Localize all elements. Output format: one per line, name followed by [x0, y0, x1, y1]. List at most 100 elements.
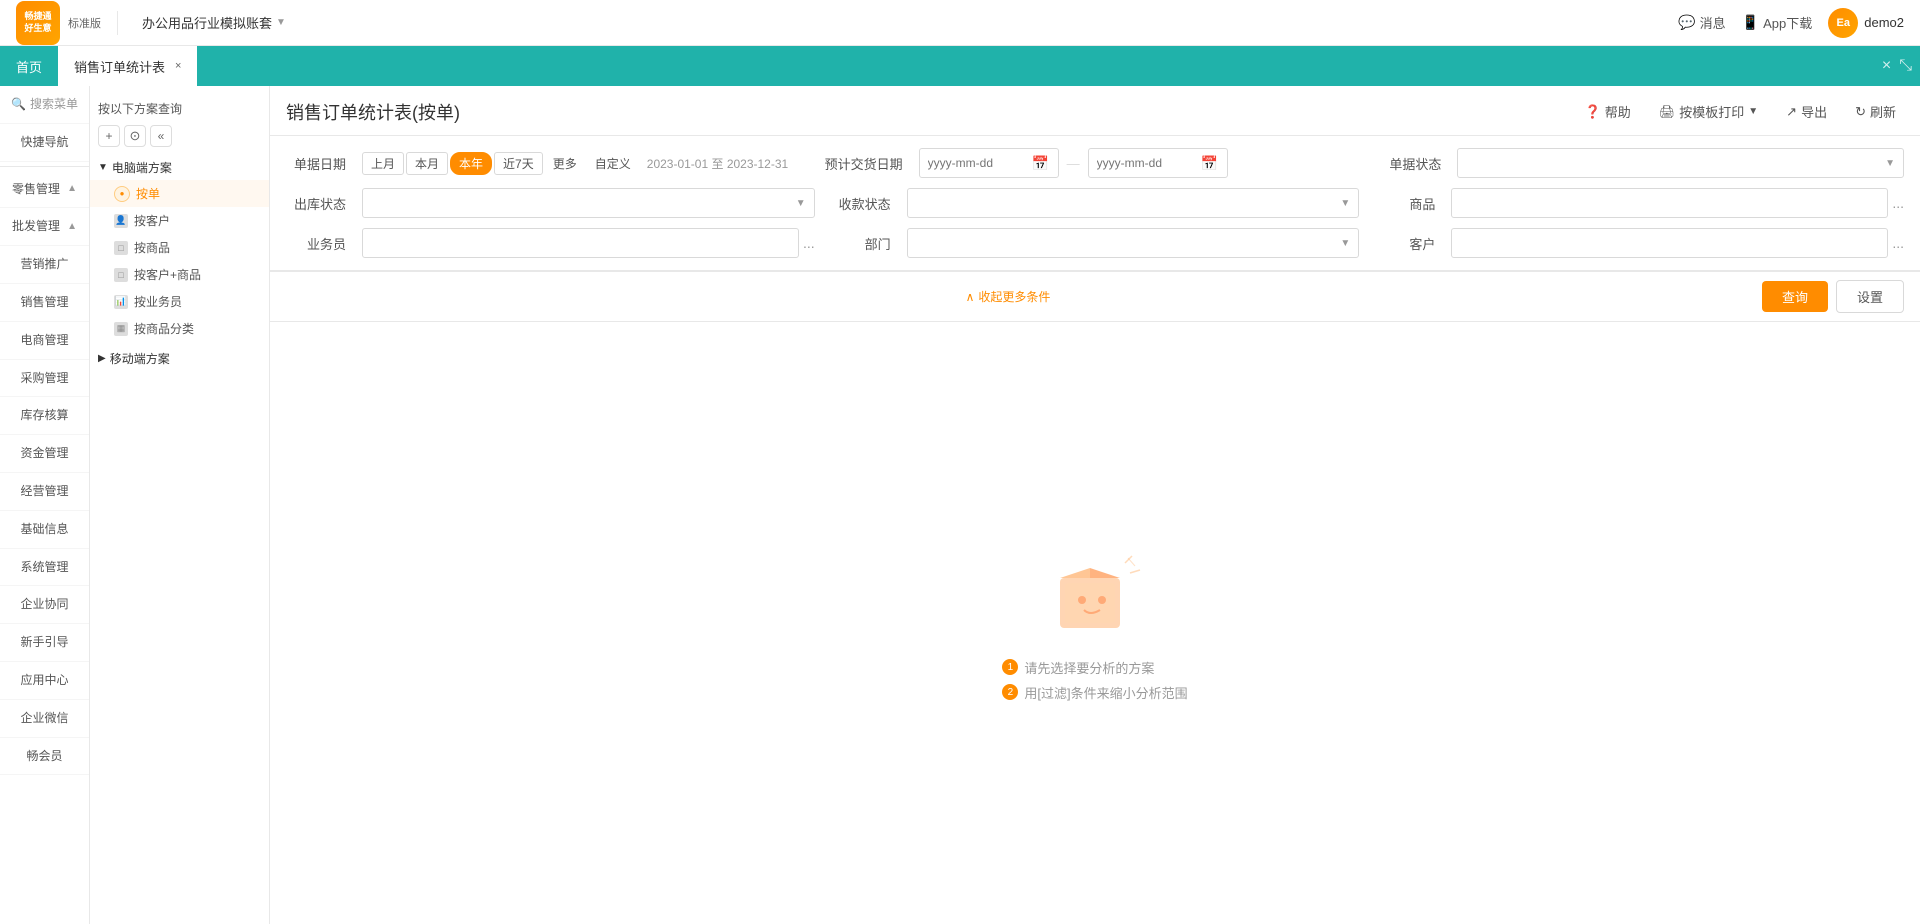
tab-close-icon[interactable]: ×: [175, 60, 181, 72]
add-scheme-button[interactable]: +: [98, 125, 120, 147]
expected-date-start[interactable]: 📅: [919, 148, 1059, 178]
print-icon: 🖨: [1659, 104, 1676, 120]
message-button[interactable]: 💬 消息: [1678, 13, 1725, 32]
help-icon: ❓: [1585, 104, 1601, 120]
sidebar-search[interactable]: 🔍 搜索菜单: [0, 86, 89, 124]
sidebar-item-system[interactable]: 系统管理: [0, 549, 89, 587]
sidebar-item-enterprise[interactable]: 企业协同: [0, 586, 89, 624]
scheme-section-pc[interactable]: ▼ 电脑端方案: [90, 155, 269, 180]
expected-date-end-input[interactable]: [1097, 156, 1197, 170]
chevron-down-icon: ▼: [98, 162, 108, 173]
refresh-button[interactable]: ↻ 刷新: [1847, 98, 1904, 125]
sidebar-item-member[interactable]: 畅会员: [0, 738, 89, 776]
avatar: Ea: [1828, 8, 1858, 38]
sidebar-item-basic[interactable]: 基础信息: [0, 511, 89, 549]
sidebar-item-appcenter[interactable]: 应用中心: [0, 662, 89, 700]
sidebar-item-sales[interactable]: 销售管理: [0, 284, 89, 322]
hint-item-2: 2 用[过滤]条件来缩小分析范围: [1002, 683, 1187, 702]
app-download-button[interactable]: 📱 App下载: [1742, 13, 1813, 32]
export-icon: ↗: [1786, 104, 1797, 120]
user-menu[interactable]: Ea demo2: [1828, 8, 1904, 38]
salesman-icon: 📊: [114, 295, 128, 309]
last-month-btn[interactable]: 上月: [362, 152, 404, 175]
close-window-button[interactable]: ×: [1882, 57, 1891, 75]
scheme-item-by-customer[interactable]: 👤 按客户: [90, 207, 269, 234]
calendar-icon-end[interactable]: 📅: [1201, 155, 1218, 172]
edit-scheme-button[interactable]: ⊙: [124, 125, 146, 147]
empty-hints: 1 请先选择要分析的方案 2 用[过滤]条件来缩小分析范围: [1002, 658, 1187, 708]
expected-date-end[interactable]: 📅: [1088, 148, 1228, 178]
scheme-item-by-product[interactable]: □ 按商品: [90, 234, 269, 261]
top-nav: 畅捷通 好生意 标准版 办公用品行业模拟账套 ▼ 💬 消息 📱 App下载 Ea…: [0, 0, 1920, 46]
search-icon: 🔍: [11, 96, 26, 113]
category-icon: ▦: [114, 322, 128, 336]
salesman-more-btn[interactable]: ...: [803, 235, 815, 251]
sidebar-item-retail[interactable]: 零售管理 ▲: [0, 171, 89, 209]
main-panel: 销售订单统计表(按单) ❓ 帮助 🖨 按模板打印 ▼ ↗ 导出: [270, 86, 1920, 924]
goods-group: ...: [1451, 188, 1904, 218]
sidebar-item-finance[interactable]: 资金管理: [0, 435, 89, 473]
sidebar-item-marketing[interactable]: 营销推广: [0, 246, 89, 284]
brand-logo-text: 畅捷通 好生意: [24, 11, 51, 34]
this-year-btn[interactable]: 本年: [450, 152, 492, 175]
scheme-item-by-salesman[interactable]: 📊 按业务员: [90, 288, 269, 315]
refresh-icon: ↻: [1855, 104, 1866, 120]
template-print-button[interactable]: 🖨 按模板打印 ▼: [1651, 98, 1766, 125]
sidebar-item-purchase[interactable]: 采购管理: [0, 360, 89, 398]
goods-select[interactable]: [1451, 188, 1888, 218]
tab-bar-actions: × ⤡: [1882, 46, 1920, 86]
customer-more-btn[interactable]: ...: [1892, 235, 1904, 251]
customer-label: 客户: [1375, 234, 1435, 253]
export-button[interactable]: ↗ 导出: [1778, 98, 1835, 125]
main-layout: 🔍 搜索菜单 快捷导航 零售管理 ▲ 批发管理 ▲ 营销推广 销售管理 电商管理…: [0, 86, 1920, 924]
goods-more-btn[interactable]: ...: [1892, 195, 1904, 211]
payment-status-select[interactable]: ▼: [907, 188, 1360, 218]
settings-button[interactable]: 设置: [1836, 280, 1904, 313]
sidebar-item-inventory[interactable]: 库存核算: [0, 397, 89, 435]
this-month-btn[interactable]: 本月: [406, 152, 448, 175]
salesman-select[interactable]: [362, 228, 799, 258]
calendar-icon[interactable]: 📅: [1032, 155, 1049, 172]
expected-date-group: 📅 — 📅: [919, 148, 1366, 178]
sidebar-item-ecommerce[interactable]: 电商管理: [0, 322, 89, 360]
sidebar-item-newuser[interactable]: 新手引导: [0, 624, 89, 662]
department-label: 部门: [831, 234, 891, 253]
sidebar-item-wholesale[interactable]: 批发管理 ▲: [0, 208, 89, 246]
bill-status-select[interactable]: ▼: [1457, 148, 1904, 178]
scheme-item-by-order[interactable]: ● 按单: [90, 180, 269, 207]
page-actions: ❓ 帮助 🖨 按模板打印 ▼ ↗ 导出 ↻ 刷新: [1577, 98, 1904, 125]
order-icon: ●: [114, 186, 130, 202]
brand-logo: 畅捷通 好生意: [16, 1, 60, 45]
chevron-down-icon: ▼: [1885, 158, 1895, 169]
delivery-status-label: 出库状态: [286, 194, 346, 213]
sidebar-shortcut[interactable]: 快捷导航: [0, 124, 89, 162]
help-button[interactable]: ❓ 帮助: [1577, 98, 1639, 125]
delivery-status-select[interactable]: ▼: [362, 188, 815, 218]
department-select[interactable]: ▼: [907, 228, 1360, 258]
sidebar-item-corpwechat[interactable]: 企业微信: [0, 700, 89, 738]
tab-home[interactable]: 首页: [0, 46, 58, 86]
scheme-section-mobile[interactable]: ▶ 移动端方案: [90, 346, 269, 371]
chevron-down-icon: ▼: [276, 17, 286, 28]
sidebar-item-operations[interactable]: 经营管理: [0, 473, 89, 511]
maximize-window-button[interactable]: ⤡: [1899, 57, 1912, 75]
collapse-scheme-button[interactable]: «: [150, 125, 172, 147]
date-separator: —: [1063, 156, 1084, 171]
last-7days-btn[interactable]: 近7天: [494, 152, 543, 175]
app-selector[interactable]: 办公用品行业模拟账套 ▼: [134, 9, 294, 36]
salesman-group: ...: [362, 228, 815, 258]
customer-group: ...: [1451, 228, 1904, 258]
more-date-btn[interactable]: 更多: [545, 153, 585, 174]
customer-select[interactable]: [1451, 228, 1888, 258]
custom-date-btn[interactable]: 自定义: [587, 153, 639, 174]
tab-sales-report[interactable]: 销售订单统计表 ×: [58, 46, 197, 86]
query-button[interactable]: 查询: [1762, 281, 1828, 312]
scheme-item-by-customer-product[interactable]: □ 按客户+商品: [90, 261, 269, 288]
collapse-bar[interactable]: ∧ 收起更多条件: [270, 280, 1746, 313]
download-icon: 📱: [1742, 14, 1759, 31]
chevron-right-icon: ▶: [98, 353, 106, 364]
expected-date-start-input[interactable]: [928, 156, 1028, 170]
hint-num-2: 2: [1002, 684, 1018, 700]
scheme-item-by-category[interactable]: ▦ 按商品分类: [90, 315, 269, 342]
tab-bar: 首页 销售订单统计表 × × ⤡: [0, 46, 1920, 86]
